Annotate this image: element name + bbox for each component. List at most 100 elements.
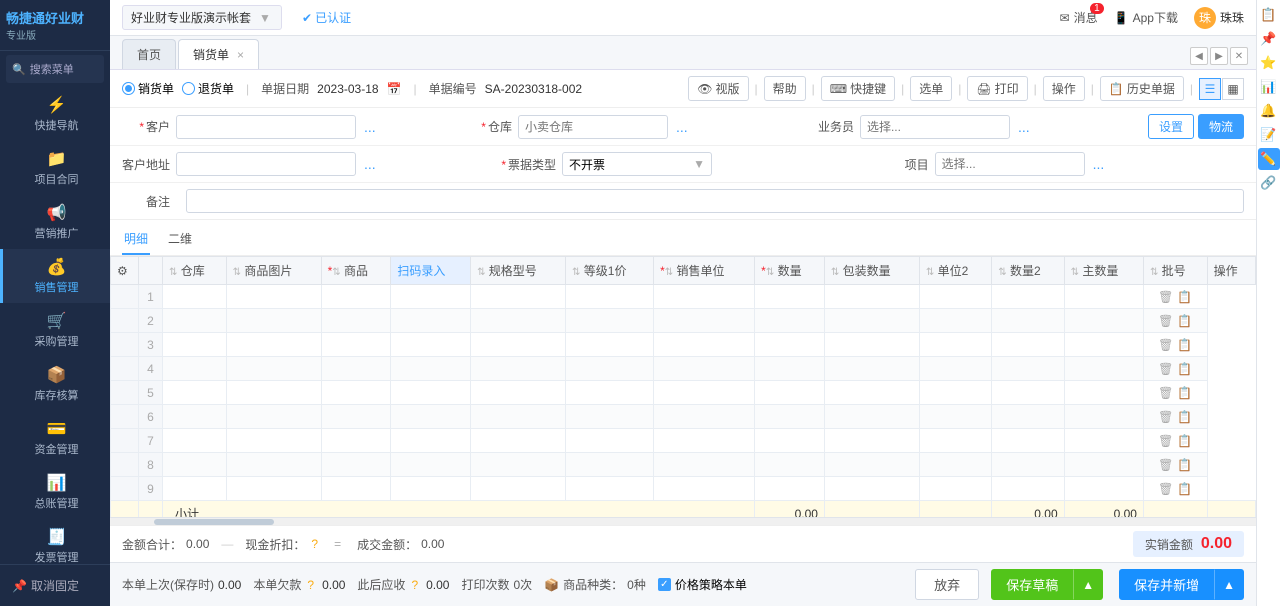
horizontal-scrollbar[interactable] (110, 517, 1256, 525)
calendar-icon[interactable]: 📅 (387, 82, 402, 96)
sidebar-item-invoice[interactable]: 🧾 发票管理 (0, 519, 110, 564)
tab-detail[interactable]: 明细 (122, 226, 150, 255)
delete-icon[interactable]: 🗑 (1158, 314, 1173, 328)
col-batch[interactable]: ⇅ 批号 (1143, 257, 1207, 285)
save-new-dropdown[interactable]: ▲ (1214, 569, 1244, 600)
copy-icon[interactable]: 📋 (1177, 410, 1192, 424)
sidebar-item-marketing[interactable]: 📢 营销推广 (0, 195, 110, 249)
delete-icon[interactable]: 🗑 (1158, 362, 1173, 376)
col-qty[interactable]: *⇅ 数量 (755, 257, 825, 285)
rp-icon-7[interactable]: ✏️ (1258, 148, 1280, 170)
col-unit2[interactable]: ⇅ 单位2 (919, 257, 991, 285)
grid-view-btn[interactable]: ☰ (1199, 78, 1221, 100)
view-btn-toolbar[interactable]: 👁 视版 (688, 76, 748, 101)
sidebar-item-sales[interactable]: 💰 销售管理 (0, 249, 110, 303)
col-warehouse[interactable]: ⇅ 仓库 (163, 257, 227, 285)
debt-hint-icon[interactable]: ? (307, 578, 314, 592)
print-btn[interactable]: 🖨 打印 (967, 76, 1027, 101)
copy-icon[interactable]: 📋 (1177, 362, 1192, 376)
message-btn[interactable]: ✉ 消息 1 (1060, 9, 1098, 26)
col-barcode[interactable]: 扫码录入 (391, 257, 471, 285)
customer-picker-btn[interactable]: ... (362, 119, 378, 135)
delete-icon[interactable]: 🗑 (1158, 482, 1173, 496)
col-gear[interactable]: ⚙ (111, 257, 139, 285)
tab-close-all-btn[interactable]: ✕ (1230, 47, 1248, 65)
delete-icon[interactable]: 🗑 (1158, 386, 1173, 400)
copy-icon[interactable]: 📋 (1177, 458, 1192, 472)
operate-btn[interactable]: 操作 (1043, 76, 1085, 101)
unpin-button[interactable]: 📌 取消固定 (8, 573, 102, 598)
hint-icon[interactable]: ? (311, 537, 318, 551)
copy-icon[interactable]: 📋 (1177, 290, 1192, 304)
app-download-btn[interactable]: 📱 App下载 (1114, 9, 1178, 26)
tab-prev-btn[interactable]: ◀ (1190, 47, 1208, 65)
warehouse-picker-btn[interactable]: ... (674, 119, 690, 135)
set-button[interactable]: 设置 (1148, 114, 1194, 139)
rp-icon-8[interactable]: 🔗 (1258, 172, 1280, 194)
tab-sale-order[interactable]: 销货单 × (178, 39, 259, 69)
save-draft-dropdown[interactable]: ▲ (1073, 569, 1103, 600)
delete-icon[interactable]: 🗑 (1158, 434, 1173, 448)
copy-icon[interactable]: 📋 (1177, 314, 1192, 328)
sale-order-radio[interactable]: 销货单 (122, 80, 174, 97)
shortcut-btn[interactable]: ⌨ 快捷键 (821, 76, 895, 101)
col-main-qty[interactable]: ⇅ 主数量 (1064, 257, 1143, 285)
staff-input[interactable] (860, 115, 1010, 139)
tab-next-btn[interactable]: ▶ (1210, 47, 1228, 65)
col-spec[interactable]: ⇅ 规格型号 (471, 257, 566, 285)
delete-icon[interactable]: 🗑 (1158, 338, 1173, 352)
tab-close-icon[interactable]: × (237, 48, 244, 62)
invoice-select-wrapper[interactable]: 不开票 ▼ (562, 152, 712, 176)
rp-icon-5[interactable]: 🔔 (1258, 100, 1280, 122)
delete-icon[interactable]: 🗑 (1158, 458, 1173, 472)
col-sale-unit[interactable]: *⇅ 销售单位 (654, 257, 755, 285)
tab-home[interactable]: 首页 (122, 39, 176, 69)
sidebar-item-ledger[interactable]: 📊 总账管理 (0, 465, 110, 519)
sidebar-item-purchase[interactable]: 🛒 采购管理 (0, 303, 110, 357)
sidebar-item-finance[interactable]: 💳 资金管理 (0, 411, 110, 465)
col-qty2[interactable]: ⇅ 数量2 (992, 257, 1064, 285)
sidebar-item-quick-nav[interactable]: ⚡ 快捷导航 (0, 87, 110, 141)
tab-dimension[interactable]: 二维 (166, 226, 194, 255)
help-btn[interactable]: 帮助 (764, 76, 806, 101)
scroll-thumb[interactable] (154, 519, 274, 525)
save-new-button[interactable]: 保存并新增 (1119, 569, 1214, 600)
copy-icon[interactable]: 📋 (1177, 386, 1192, 400)
warehouse-input[interactable] (518, 115, 668, 139)
rp-icon-1[interactable]: 📋 (1258, 4, 1280, 26)
select-order-btn[interactable]: 选单 (910, 76, 952, 101)
project-input[interactable] (935, 152, 1085, 176)
delete-icon[interactable]: 🗑 (1158, 410, 1173, 424)
rp-icon-4[interactable]: 📊 (1258, 76, 1280, 98)
receivable-hint-icon[interactable]: ? (411, 578, 418, 592)
add-logistics-button[interactable]: 物流 (1198, 114, 1244, 139)
sidebar-item-project[interactable]: 📁 项目合同 (0, 141, 110, 195)
project-picker-btn[interactable]: ... (1091, 156, 1107, 172)
col-pack-qty[interactable]: ⇅ 包装数量 (824, 257, 919, 285)
addr-input[interactable] (176, 152, 356, 176)
company-selector[interactable]: 好业财专业版演示帐套 ▼ (122, 5, 282, 30)
col-product[interactable]: *⇅ 商品 (321, 257, 391, 285)
rp-icon-3[interactable]: ⭐ (1258, 52, 1280, 74)
copy-icon[interactable]: 📋 (1177, 482, 1192, 496)
abandon-button[interactable]: 放弃 (915, 569, 979, 600)
return-order-radio[interactable]: 退货单 (182, 80, 234, 97)
table-wrap[interactable]: ⚙ ⇅ 仓库 ⇅ 商品图片 *⇅ 商品 扫码录入 ⇅ 规格型号 ⇅ 等级1价 *… (110, 256, 1256, 517)
rp-icon-2[interactable]: 📌 (1258, 28, 1280, 50)
customer-input[interactable] (176, 115, 356, 139)
search-menu[interactable]: 🔍 搜索菜单 (6, 55, 104, 83)
save-draft-button[interactable]: 保存草稿 (991, 569, 1073, 600)
sidebar-item-inventory[interactable]: 📦 库存核算 (0, 357, 110, 411)
history-btn[interactable]: 📋 历史单据 (1100, 76, 1184, 101)
price-check[interactable]: ✓ 价格策略本单 (658, 576, 747, 593)
card-view-btn[interactable]: ▦ (1222, 78, 1244, 100)
col-price1[interactable]: ⇅ 等级1价 (566, 257, 654, 285)
remark-input[interactable] (186, 189, 1244, 213)
col-image[interactable]: ⇅ 商品图片 (226, 257, 321, 285)
copy-icon[interactable]: 📋 (1177, 434, 1192, 448)
addr-picker-btn[interactable]: ... (362, 156, 378, 172)
copy-icon[interactable]: 📋 (1177, 338, 1192, 352)
delete-icon[interactable]: 🗑 (1158, 290, 1173, 304)
user-menu[interactable]: 珠 珠珠 (1194, 7, 1244, 29)
rp-icon-6[interactable]: 📝 (1258, 124, 1280, 146)
